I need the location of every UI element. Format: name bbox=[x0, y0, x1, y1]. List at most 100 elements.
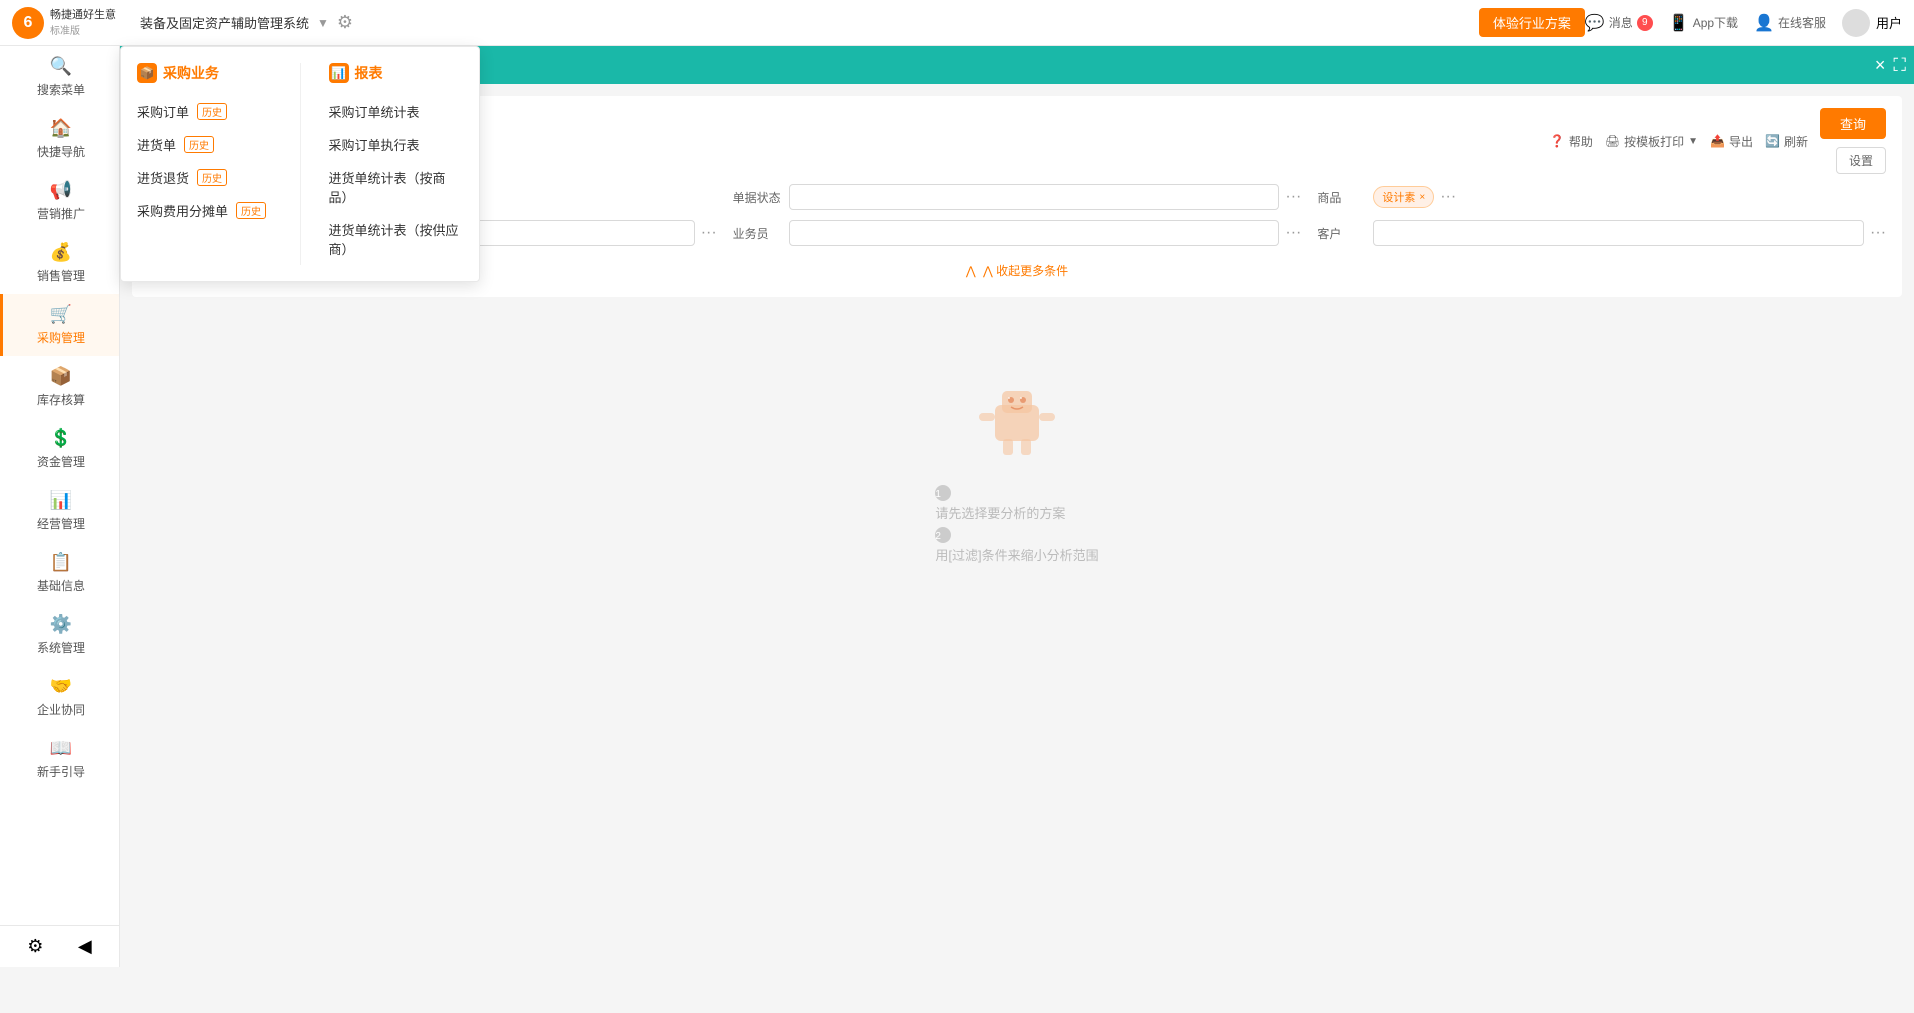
sidebar-label-finance: 资金管理 bbox=[37, 453, 85, 470]
sidebar-item-marketing[interactable]: 📢 营销推广 bbox=[0, 170, 119, 232]
sidebar-label-search: 搜索菜单 bbox=[37, 81, 85, 98]
product-label: 商品 bbox=[1317, 189, 1367, 206]
query-btn[interactable]: 查询 bbox=[1820, 108, 1886, 139]
sidebar-item-sales[interactable]: 💰 销售管理 bbox=[0, 232, 119, 294]
salesperson-more-icon[interactable]: ··· bbox=[1285, 224, 1301, 242]
inbound-supplier-label: 进货单统计表（按供应商） bbox=[329, 220, 464, 258]
expense-hist[interactable]: 历史 bbox=[236, 202, 266, 219]
voucher-status-more-icon[interactable]: ··· bbox=[1285, 188, 1301, 206]
system-name-dropdown-icon[interactable]: ▼ bbox=[317, 16, 329, 30]
search-icon: 🔍 bbox=[50, 56, 72, 77]
system-name: 装备及固定资产辅助管理系统 bbox=[140, 13, 309, 32]
refresh-icon: 🔄 bbox=[1765, 134, 1780, 148]
logo-text-area: 畅捷通好生意 标准版 bbox=[50, 8, 116, 37]
sidebar-item-purchase[interactable]: 🛒 采购管理 bbox=[0, 294, 119, 356]
dropdown-vertical-divider bbox=[300, 63, 301, 265]
purchase-col-icon: 📦 bbox=[137, 63, 157, 83]
empty-state: 1 请先选择要分析的方案 2 用[过滤]条件来缩小分析范围 bbox=[132, 305, 1902, 649]
dropdown-item-order-stats[interactable]: 采购订单统计表 bbox=[329, 95, 464, 128]
sidebar-label-marketing: 营销推广 bbox=[37, 205, 85, 222]
message-icon: 💬 bbox=[1585, 13, 1605, 33]
purchase-order-hist[interactable]: 历史 bbox=[197, 103, 227, 120]
dropdown-item-inbound[interactable]: 进货单 历史 bbox=[137, 128, 272, 161]
sidebar-item-finance[interactable]: 💲 资金管理 bbox=[0, 418, 119, 480]
inbound-stats-label: 进货单统计表（按商品） bbox=[329, 168, 464, 206]
dropdown-col2-label: 报表 bbox=[355, 63, 383, 83]
sidebar-item-inventory[interactable]: 📦 库存核算 bbox=[0, 356, 119, 418]
customer-input[interactable] bbox=[1373, 220, 1864, 246]
dropdown-item-return[interactable]: 进货退货 历史 bbox=[137, 161, 272, 194]
dropdown-col-reports: 📊 报表 采购订单统计表 采购订单执行表 进货单统计表（按商品） 进货单统计表（… bbox=[329, 63, 464, 265]
sidebar: 🔍 搜索菜单 🏠 快捷导航 📢 营销推广 💰 销售管理 🛒 采购管理 📦 库存核… bbox=[0, 46, 120, 967]
sidebar-item-operation[interactable]: 📊 经营管理 bbox=[0, 480, 119, 542]
sidebar-item-quick-nav[interactable]: 🏠 快捷导航 bbox=[0, 108, 119, 170]
return-label: 进货退货 bbox=[137, 168, 189, 187]
empty-illustration bbox=[967, 385, 1067, 465]
empty-tip-2: 2 用[过滤]条件来缩小分析范围 bbox=[935, 527, 1098, 569]
export-label: 导出 bbox=[1729, 133, 1753, 150]
sidebar-item-system[interactable]: ⚙️ 系统管理 bbox=[0, 604, 119, 666]
marketing-icon: 📢 bbox=[50, 180, 72, 201]
export-btn[interactable]: 📤 导出 bbox=[1710, 133, 1753, 150]
customer-more-icon[interactable]: ··· bbox=[1870, 224, 1886, 242]
online-service-btn[interactable]: 👤 在线客服 bbox=[1754, 13, 1826, 33]
product-more-icon[interactable]: ··· bbox=[1440, 188, 1456, 206]
logo-text: 畅捷通好生意 bbox=[50, 8, 116, 22]
topbar: 6 畅捷通好生意 标准版 装备及固定资产辅助管理系统 ▼ ⚙ 体验行业方案 💬 … bbox=[0, 0, 1914, 46]
help-icon: ❓ bbox=[1550, 134, 1565, 148]
dropdown-item-inbound-supplier[interactable]: 进货单统计表（按供应商） bbox=[329, 213, 464, 265]
dropdown-item-expense[interactable]: 采购费用分摊单 历史 bbox=[137, 194, 272, 227]
dropdown-item-inbound-stats[interactable]: 进货单统计表（按商品） bbox=[329, 161, 464, 213]
salesperson-field: 业务员 ··· bbox=[733, 220, 1302, 246]
sidebar-item-search[interactable]: 🔍 搜索菜单 bbox=[0, 46, 119, 108]
sidebar-label-sales: 销售管理 bbox=[37, 267, 85, 284]
enterprise-icon: 🤝 bbox=[50, 676, 72, 697]
sidebar-label-operation: 经营管理 bbox=[37, 515, 85, 532]
sidebar-label-system: 系统管理 bbox=[37, 639, 85, 656]
dropdown-col-purchase: 📦 采购业务 采购订单 历史 进货单 历史 进货退货 历史 采购费用分摊单 bbox=[137, 63, 272, 265]
sidebar-item-basic[interactable]: 📋 基础信息 bbox=[0, 542, 119, 604]
dropdown-item-order-exec[interactable]: 采购订单执行表 bbox=[329, 128, 464, 161]
sales-icon: 💰 bbox=[50, 242, 72, 263]
salesperson-input[interactable] bbox=[789, 220, 1280, 246]
sidebar-item-guide[interactable]: 📖 新手引导 bbox=[0, 728, 119, 790]
return-hist[interactable]: 历史 bbox=[197, 169, 227, 186]
close-all-tabs-icon[interactable]: × bbox=[1875, 55, 1886, 76]
guide-icon: 📖 bbox=[50, 738, 72, 759]
settings-gear-icon[interactable]: ⚙ bbox=[337, 12, 353, 33]
sidebar-bottom: ⚙ ◀ bbox=[0, 925, 119, 967]
industry-btn[interactable]: 体验行业方案 bbox=[1479, 8, 1585, 37]
step-1-num: 1 bbox=[935, 485, 951, 501]
inbound-hist[interactable]: 历史 bbox=[184, 136, 214, 153]
sidebar-settings-icon[interactable]: ⚙ bbox=[27, 936, 43, 957]
customer-field: 客户 ··· bbox=[1317, 220, 1886, 246]
order-stats-label: 采购订单统计表 bbox=[329, 102, 420, 121]
tab-bar-end: × ⛶ bbox=[1875, 55, 1906, 76]
print-label: 按模板打印 bbox=[1624, 133, 1684, 150]
app-download-btn[interactable]: 📱 App下载 bbox=[1669, 13, 1738, 33]
voucher-status-select[interactable] bbox=[789, 184, 1280, 210]
logo-icon: 6 bbox=[12, 7, 44, 39]
set-btn[interactable]: 设置 bbox=[1836, 147, 1886, 174]
step-2-num: 2 bbox=[935, 527, 951, 543]
rank-more-icon[interactable]: ··· bbox=[701, 224, 717, 242]
empty-tip1-text: 请先选择要分析的方案 bbox=[935, 501, 1098, 527]
basic-icon: 📋 bbox=[50, 552, 72, 573]
print-btn[interactable]: 🖨 按模板打印 ▼ bbox=[1605, 133, 1698, 150]
message-btn[interactable]: 💬 消息 9 bbox=[1585, 13, 1653, 33]
product-field: 商品 设计素 × ··· bbox=[1317, 186, 1886, 208]
print-dropdown-icon: ▼ bbox=[1688, 136, 1698, 147]
sidebar-collapse-icon[interactable]: ◀ bbox=[78, 936, 92, 957]
refresh-btn[interactable]: 🔄 刷新 bbox=[1765, 133, 1808, 150]
dropdown-col1-label: 采购业务 bbox=[163, 63, 219, 83]
fullscreen-icon[interactable]: ⛶ bbox=[1893, 55, 1906, 76]
empty-tip2-text: 用[过滤]条件来缩小分析范围 bbox=[935, 543, 1098, 569]
collapse-label: ⋀ 收起更多条件 bbox=[983, 264, 1068, 278]
sidebar-item-enterprise[interactable]: 🤝 企业协同 bbox=[0, 666, 119, 728]
help-btn[interactable]: ❓ 帮助 bbox=[1550, 133, 1593, 150]
user-area[interactable]: 用户 bbox=[1842, 9, 1902, 37]
dropdown-item-purchase-order[interactable]: 采购订单 历史 bbox=[137, 95, 272, 128]
main-layout: 🔍 搜索菜单 🏠 快捷导航 📢 营销推广 💰 销售管理 🛒 采购管理 📦 库存核… bbox=[0, 46, 1914, 967]
user-label: 用户 bbox=[1876, 13, 1902, 32]
product-tag-close[interactable]: × bbox=[1419, 192, 1425, 203]
